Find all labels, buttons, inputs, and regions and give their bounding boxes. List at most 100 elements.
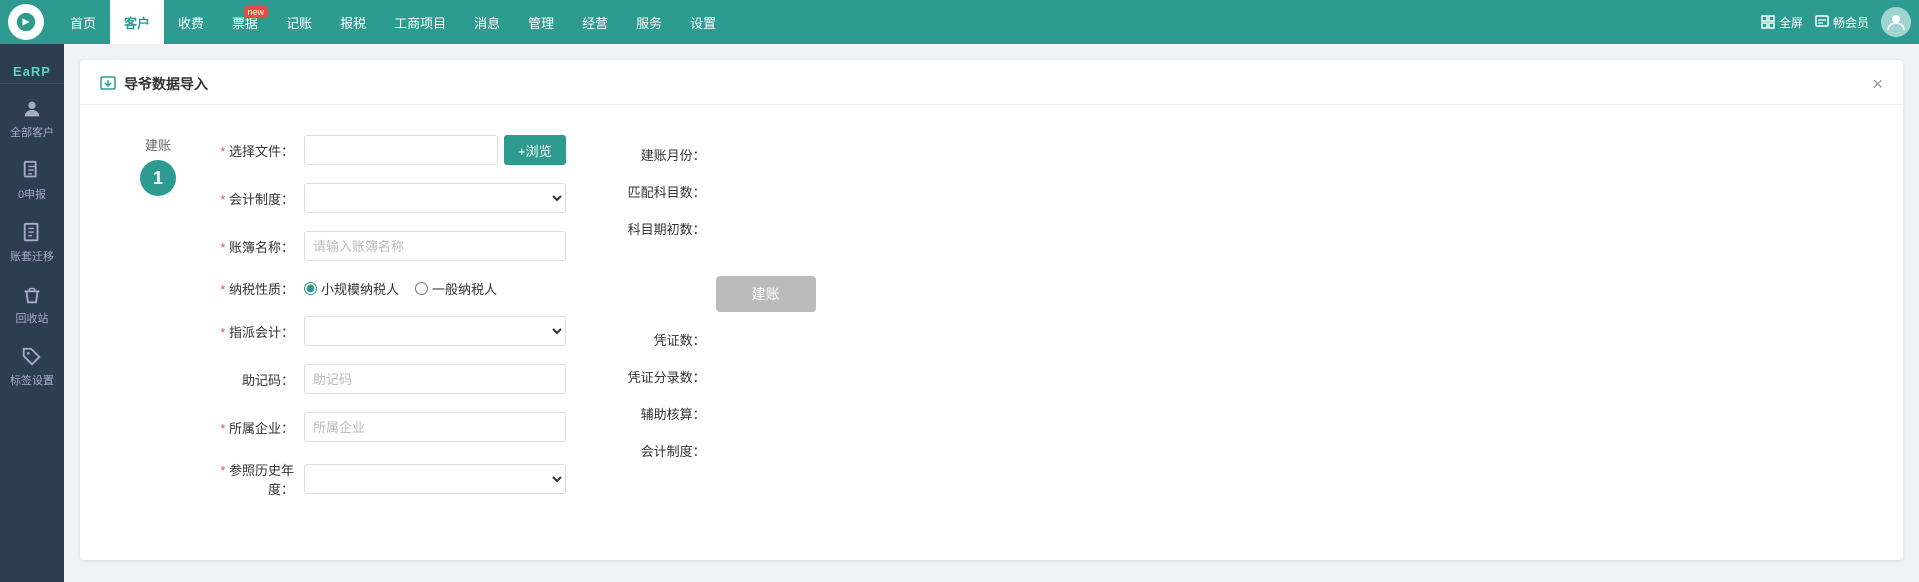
assign-accountant-select[interactable] <box>304 316 566 346</box>
right-section: 建账月份： 匹配科目数： 科目期初数： 建账 <box>626 135 906 516</box>
ledger-name-row: 账簿名称： <box>216 231 566 261</box>
sidebar-label-zero-declaration: 0申报 <box>18 186 46 202</box>
nav-item-invoice[interactable]: 票据 new <box>218 0 272 44</box>
sidebar-label-tag-settings: 标签设置 <box>10 372 54 388</box>
sidebar-item-all-customers[interactable]: 全部客户 <box>0 88 64 150</box>
build-month-row: 建账月份： <box>626 145 906 164</box>
accounting-system-select[interactable] <box>304 183 566 213</box>
nav-right-area: 全屏 畅会员 <box>1761 7 1911 37</box>
accounting-system-label: 会计制度： <box>216 189 304 208</box>
sidebar-logo: EaRP <box>0 52 64 84</box>
subject-init-row: 科目期初数： <box>626 219 906 238</box>
voucher-count-label: 凭证数： <box>626 330 716 349</box>
new-badge: new <box>244 6 269 18</box>
tax-type-row: 纳税性质： 小规模纳税人 一般纳税人 <box>216 279 566 298</box>
person-icon <box>21 98 43 120</box>
voucher-entries-row: 凭证分录数： <box>626 367 906 386</box>
fullscreen-label: 全屏 <box>1779 14 1803 31</box>
step-circle: 1 <box>140 160 176 196</box>
main-content: 导爷数据导入 × 建账 1 选择文件： <box>64 44 1919 582</box>
build-month-label: 建账月份： <box>626 145 716 164</box>
assign-accountant-label: 指派会计： <box>216 322 304 341</box>
sidebar-item-account-migration[interactable]: 账套迁移 <box>0 212 64 274</box>
radio-general-input[interactable] <box>415 282 428 295</box>
memo-code-label: 助记码： <box>216 370 304 389</box>
tax-type-group: 小规模纳税人 一般纳税人 <box>304 279 497 298</box>
fullscreen-btn[interactable]: 全屏 <box>1761 14 1803 31</box>
sidebar: EaRP 全部客户 0申报 账套迁移 <box>0 44 64 582</box>
sidebar-item-recycle[interactable]: 回收站 <box>0 274 64 336</box>
sidebar-item-zero-declaration[interactable]: 0申报 <box>0 150 64 212</box>
nav-item-operation[interactable]: 经营 <box>568 0 622 44</box>
dialog-header: 导爷数据导入 × <box>80 60 1903 105</box>
sidebar-label-account-migration: 账套迁移 <box>10 248 54 264</box>
voucher-entries-label: 凭证分录数： <box>626 367 716 386</box>
browse-button[interactable]: +浏览 <box>504 135 566 165</box>
dialog-title-text: 导爷数据导入 <box>124 74 208 94</box>
radio-general-label: 一般纳税人 <box>432 279 497 298</box>
dialog-title: 导爷数据导入 <box>100 74 208 94</box>
aux-accounting-label: 辅助核算： <box>626 404 716 423</box>
top-navigation: 首页 客户 收费 票据 new 记账 报税 工商项目 消息 管理 经营 服务 设… <box>0 0 1919 44</box>
owner-company-input[interactable] <box>304 412 566 442</box>
nav-item-business[interactable]: 工商项目 <box>380 0 460 44</box>
dialog-card: 导爷数据导入 × 建账 1 选择文件： <box>80 60 1903 560</box>
accounting-system-info-row: 会计制度： <box>626 441 906 460</box>
earp-text: EaRP <box>13 64 51 79</box>
step-area: 建账 1 <box>140 135 176 196</box>
left-section: 建账 1 选择文件： +浏览 <box>140 135 566 516</box>
sidebar-label-recycle: 回收站 <box>16 310 49 326</box>
owner-company-row: 所属企业： <box>216 412 566 442</box>
nav-item-service[interactable]: 服务 <box>622 0 676 44</box>
member-icon <box>1815 15 1829 29</box>
member-btn[interactable]: 畅会员 <box>1815 14 1869 31</box>
build-button[interactable]: 建账 <box>716 276 816 312</box>
tag-icon <box>21 346 43 368</box>
member-label: 畅会员 <box>1833 14 1869 31</box>
reference-year-select[interactable] <box>304 464 566 494</box>
nav-item-message[interactable]: 消息 <box>460 0 514 44</box>
subject-init-label: 科目期初数： <box>626 219 716 238</box>
accounting-system-info-label: 会计制度： <box>626 441 716 460</box>
nav-menu: 首页 客户 收费 票据 new 记账 报税 工商项目 消息 管理 经营 服务 设… <box>56 0 1761 44</box>
avatar-icon <box>1887 13 1905 31</box>
close-button[interactable]: × <box>1872 75 1883 93</box>
ledger-name-input[interactable] <box>304 231 566 261</box>
build-btn-area: 建账 <box>626 256 906 312</box>
logo <box>8 4 44 40</box>
radio-small-taxpayer[interactable]: 小规模纳税人 <box>304 279 399 298</box>
radio-general-taxpayer[interactable]: 一般纳税人 <box>415 279 497 298</box>
step-label: 建账 <box>145 135 171 154</box>
owner-company-label: 所属企业： <box>216 418 304 437</box>
accounting-system-row: 会计制度： <box>216 183 566 213</box>
ledger-name-label: 账簿名称： <box>216 237 304 256</box>
nav-item-fee[interactable]: 收费 <box>164 0 218 44</box>
reference-year-row: 参照历史年度： <box>216 460 566 498</box>
file-icon <box>21 160 43 182</box>
nav-item-settings[interactable]: 设置 <box>676 0 730 44</box>
import-icon <box>100 76 116 92</box>
tax-type-label: 纳税性质： <box>216 279 304 298</box>
match-subjects-label: 匹配科目数： <box>626 182 716 201</box>
nav-item-customer[interactable]: 客户 <box>110 0 164 44</box>
nav-item-bookkeeping[interactable]: 记账 <box>272 0 326 44</box>
voucher-count-row: 凭证数： <box>626 330 906 349</box>
book-icon <box>21 222 43 244</box>
nav-item-home[interactable]: 首页 <box>56 0 110 44</box>
assign-accountant-row: 指派会计： <box>216 316 566 346</box>
memo-code-input[interactable] <box>304 364 566 394</box>
file-row: +浏览 <box>304 135 566 165</box>
reference-year-label: 参照历史年度： <box>216 460 304 498</box>
fullscreen-icon <box>1761 15 1775 29</box>
main-layout: EaRP 全部客户 0申报 账套迁移 <box>0 44 1919 582</box>
file-input[interactable] <box>304 135 498 165</box>
file-select-row: 选择文件： +浏览 <box>216 135 566 165</box>
sidebar-item-tag-settings[interactable]: 标签设置 <box>0 336 64 398</box>
nav-item-management[interactable]: 管理 <box>514 0 568 44</box>
radio-small-input[interactable] <box>304 282 317 295</box>
sidebar-label-all-customers: 全部客户 <box>10 124 54 140</box>
user-avatar[interactable] <box>1881 7 1911 37</box>
radio-small-label: 小规模纳税人 <box>321 279 399 298</box>
nav-item-tax[interactable]: 报税 <box>326 0 380 44</box>
form-container: 建账 1 选择文件： +浏览 <box>80 105 1903 546</box>
